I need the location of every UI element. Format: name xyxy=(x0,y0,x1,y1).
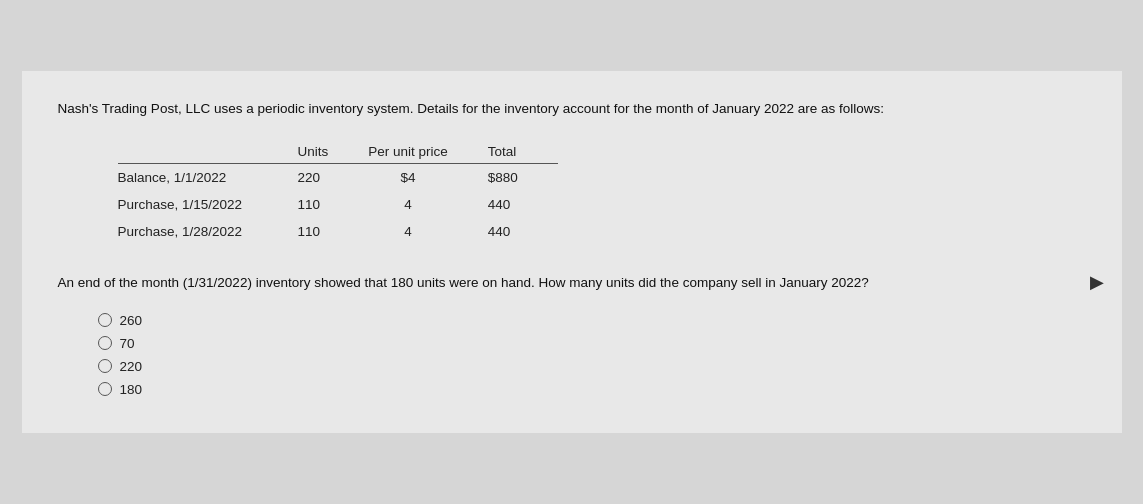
option-180[interactable]: 180 xyxy=(98,382,1086,397)
radio-button-icon xyxy=(98,382,112,396)
content-card: Nash's Trading Post, LLC uses a periodic… xyxy=(22,71,1122,433)
row-total: 440 xyxy=(488,191,558,218)
row-label: Purchase, 1/28/2022 xyxy=(118,218,298,245)
row-price: 4 xyxy=(368,191,488,218)
intro-paragraph: Nash's Trading Post, LLC uses a periodic… xyxy=(58,99,1086,119)
table-row: Purchase, 1/15/20221104440 xyxy=(118,191,558,218)
row-units: 110 xyxy=(298,191,369,218)
row-units: 220 xyxy=(298,163,369,191)
option-label: 220 xyxy=(120,359,143,374)
option-70[interactable]: 70 xyxy=(98,336,1086,351)
radio-button-icon xyxy=(98,359,112,373)
cursor-arrow-icon: ▶ xyxy=(1090,271,1104,293)
table-row: Purchase, 1/28/20221104440 xyxy=(118,218,558,245)
row-units: 110 xyxy=(298,218,369,245)
row-price: $4 xyxy=(368,163,488,191)
inventory-table: Units Per unit price Total Balance, 1/1/… xyxy=(118,144,558,245)
option-260[interactable]: 260 xyxy=(98,313,1086,328)
row-label: Balance, 1/1/2022 xyxy=(118,163,298,191)
radio-button-icon xyxy=(98,313,112,327)
col-header-total: Total xyxy=(488,144,558,164)
table-row: Balance, 1/1/2022220$4$880 xyxy=(118,163,558,191)
row-total: $880 xyxy=(488,163,558,191)
col-header-price: Per unit price xyxy=(368,144,488,164)
row-total: 440 xyxy=(488,218,558,245)
inventory-table-wrapper: Units Per unit price Total Balance, 1/1/… xyxy=(118,144,1086,245)
row-price: 4 xyxy=(368,218,488,245)
answer-options: 260 70 220 180 xyxy=(98,313,1086,397)
col-header-units: Units xyxy=(298,144,369,164)
option-220[interactable]: 220 xyxy=(98,359,1086,374)
col-header-label xyxy=(118,144,298,164)
row-label: Purchase, 1/15/2022 xyxy=(118,191,298,218)
option-label: 260 xyxy=(120,313,143,328)
question-paragraph: An end of the month (1/31/2022) inventor… xyxy=(58,273,1086,293)
option-label: 180 xyxy=(120,382,143,397)
option-label: 70 xyxy=(120,336,135,351)
radio-button-icon xyxy=(98,336,112,350)
